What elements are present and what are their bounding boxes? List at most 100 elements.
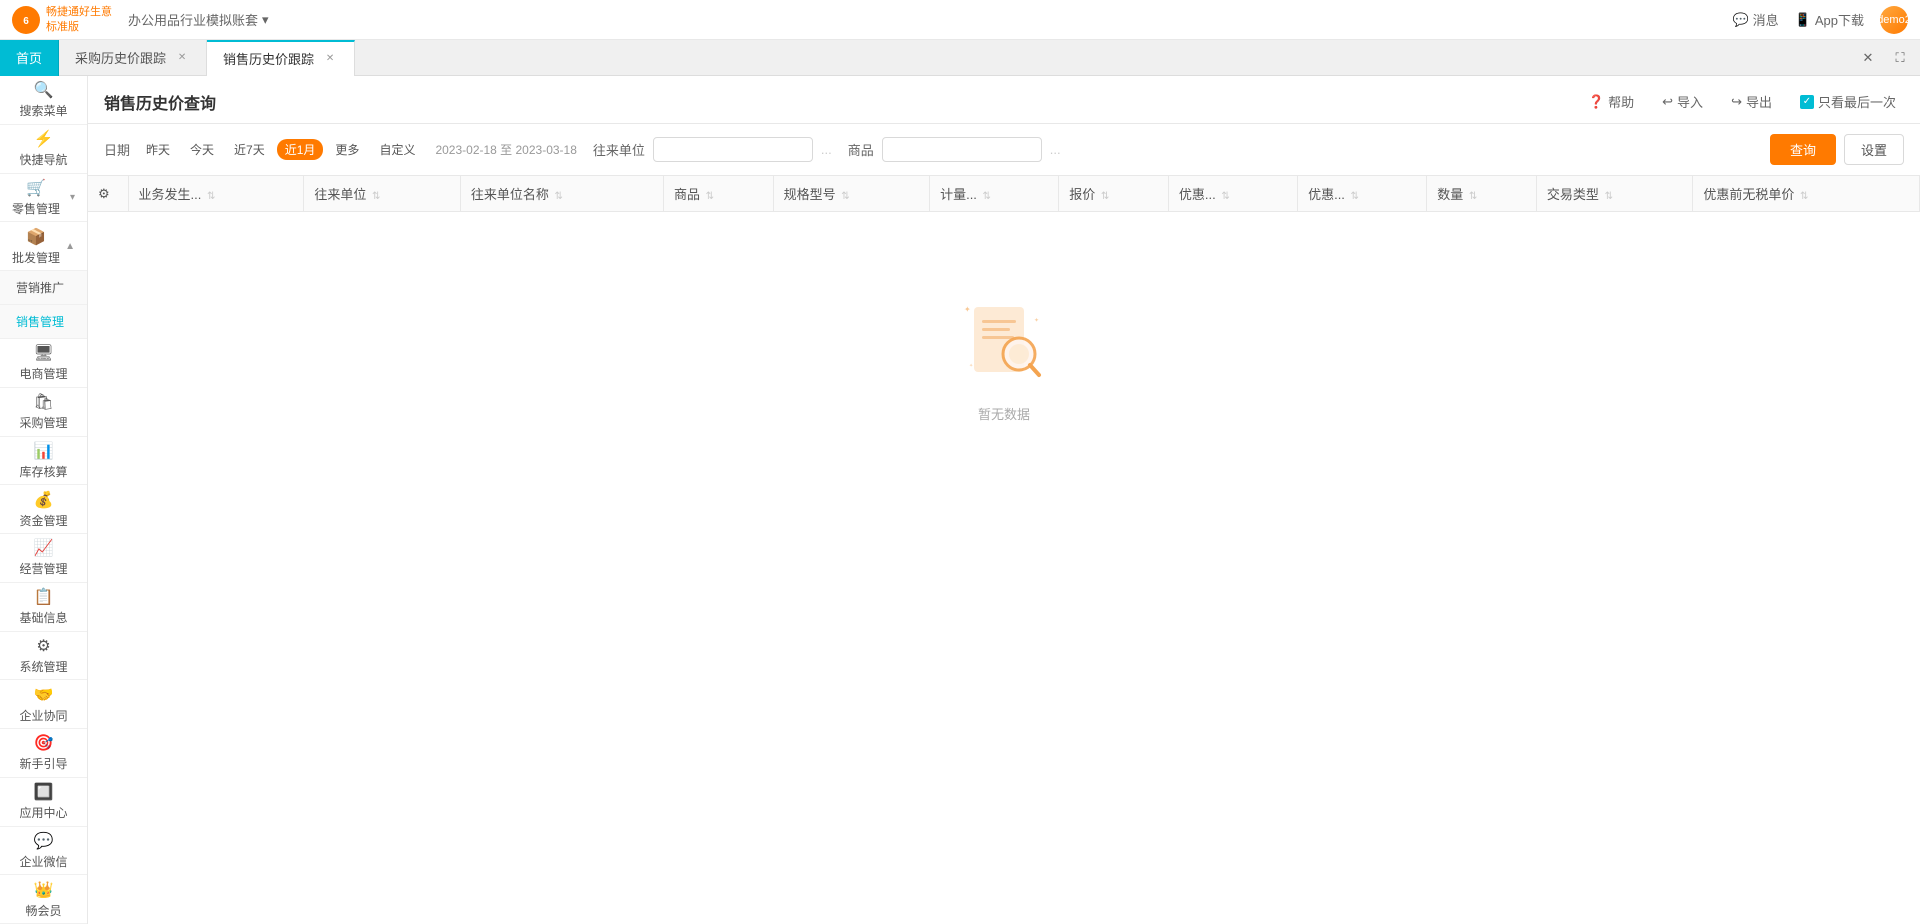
import-btn[interactable]: ↩ 导入	[1654, 88, 1711, 115]
tab-sales-history[interactable]: 销售历史价跟踪 ✕	[207, 40, 355, 76]
wechat-icon: 💬	[34, 831, 54, 851]
only-last-checkbox[interactable]: ✓ 只看最后一次	[1792, 88, 1904, 115]
search-icon: 🔍	[34, 80, 54, 100]
col-spec-sort-icon: ⇅	[841, 191, 849, 202]
party-dots[interactable]: ...	[821, 142, 832, 157]
purchase-icon: 🛍	[33, 392, 53, 412]
col-pre-tax-price-sort-icon: ⇅	[1800, 191, 1808, 202]
sidebar-item-ops[interactable]: 📈 经营管理	[0, 534, 87, 583]
sidebar-item-search[interactable]: 🔍 搜索菜单	[0, 76, 87, 125]
purchase-history-tab-label: 采购历史价跟踪	[75, 48, 166, 67]
col-party-name-sort-icon: ⇅	[554, 191, 562, 202]
user-action[interactable]: demo2	[1880, 6, 1908, 34]
tab-purchase-history[interactable]: 采购历史价跟踪 ✕	[59, 40, 207, 76]
avatar: demo2	[1880, 6, 1908, 34]
col-qty[interactable]: 数量 ⇅	[1427, 176, 1537, 212]
date-option-custom[interactable]: 自定义	[371, 139, 423, 160]
workspace-dropdown-icon: ▾	[262, 12, 269, 28]
col-trade-type-sort-icon: ⇅	[1605, 191, 1613, 202]
col-party-name[interactable]: 往来单位名称 ⇅	[460, 176, 663, 212]
col-spec[interactable]: 规格型号 ⇅	[773, 176, 929, 212]
col-discount2[interactable]: 优惠... ⇅	[1298, 176, 1427, 212]
svg-text:6: 6	[23, 16, 29, 27]
app-download-action[interactable]: 📱 App下载	[1795, 10, 1864, 29]
date-options: 昨天 今天 近7天 近1月 更多 自定义	[138, 139, 423, 160]
date-option-today[interactable]: 今天	[182, 139, 222, 160]
table-area: ⚙ 业务发生... ⇅ 往来单位 ⇅ 往来单位名称 ⇅	[88, 176, 1920, 924]
retail-arrow-icon: ▾	[70, 192, 75, 203]
system-icon: ⚙	[36, 636, 50, 656]
product-dots[interactable]: ...	[1050, 142, 1061, 157]
sidebar-item-shortcut[interactable]: ⚡ 快捷导航	[0, 125, 87, 174]
sidebar-item-wholesale[interactable]: 📦 批发管理 ▲	[0, 222, 87, 271]
wholesale-arrow-icon: ▲	[65, 241, 75, 252]
sales-history-tab-label: 销售历史价跟踪	[223, 49, 314, 68]
export-icon: ↪	[1731, 94, 1742, 110]
apps-icon: 🔲	[34, 782, 54, 802]
workspace-label: 办公用品行业模拟账套	[128, 10, 258, 29]
empty-state: ✦ ✦ ✦ 暂无数据	[88, 212, 1920, 503]
workspace-selector[interactable]: 办公用品行业模拟账套 ▾	[120, 6, 277, 33]
guide-icon: 🎯	[34, 733, 54, 753]
svg-text:✦: ✦	[964, 305, 971, 314]
top-bar: 6 畅捷通好生意 标准版 办公用品行业模拟账套 ▾ 💬 消息 📱 App下载 d…	[0, 0, 1920, 40]
sidebar-item-ecommerce[interactable]: 🖥 电商管理	[0, 339, 87, 388]
sidebar-item-apps[interactable]: 🔲 应用中心	[0, 778, 87, 827]
col-product[interactable]: 商品 ⇅	[663, 176, 773, 212]
sidebar-item-basic[interactable]: 📋 基础信息	[0, 583, 87, 632]
filter-actions: 查询 设置	[1770, 134, 1904, 165]
col-qty-sort-icon: ⇅	[1469, 191, 1477, 202]
empty-text: 暂无数据	[978, 404, 1030, 423]
sidebar-item-inventory[interactable]: 📊 库存核算	[0, 437, 87, 486]
col-unit[interactable]: 计量... ⇅	[930, 176, 1059, 212]
sidebar-sub-item-marketing[interactable]: 营销推广	[0, 271, 87, 305]
enterprise-icon: 🤝	[34, 685, 54, 705]
logo-area: 6 畅捷通好生意 标准版	[12, 5, 112, 34]
tab-home[interactable]: 首页	[0, 40, 59, 76]
help-icon: ❓	[1588, 94, 1604, 110]
tab-close-all-btn[interactable]: ✕	[1856, 46, 1880, 70]
ops-icon: 📈	[34, 538, 54, 558]
col-party-code[interactable]: 往来单位 ⇅	[304, 176, 460, 212]
col-party-code-sort-icon: ⇅	[372, 191, 380, 202]
col-pre-tax-price[interactable]: 优惠前无税单价 ⇅	[1693, 176, 1920, 212]
col-business-date[interactable]: 业务发生... ⇅	[128, 176, 304, 212]
col-trade-type[interactable]: 交易类型 ⇅	[1536, 176, 1692, 212]
tab-bar: 首页 采购历史价跟踪 ✕ 销售历史价跟踪 ✕ ✕ ⛶	[0, 40, 1920, 76]
sidebar-item-purchase[interactable]: 🛍 采购管理	[0, 388, 87, 437]
retail-icon: 🛒	[26, 178, 46, 198]
sidebar-sub-item-sales-mgmt[interactable]: 销售管理	[0, 305, 87, 339]
col-discount1[interactable]: 优惠... ⇅	[1168, 176, 1297, 212]
date-option-yesterday[interactable]: 昨天	[138, 139, 178, 160]
col-price[interactable]: 报价 ⇅	[1059, 176, 1169, 212]
export-btn[interactable]: ↪ 导出	[1723, 88, 1780, 115]
date-option-last7[interactable]: 近7天	[226, 139, 273, 160]
col-product-sort-icon: ⇅	[706, 191, 714, 202]
sales-history-tab-close[interactable]: ✕	[322, 51, 338, 67]
party-input[interactable]	[653, 137, 813, 162]
tab-maximize-btn[interactable]: ⛶	[1888, 46, 1912, 70]
date-option-last1m[interactable]: 近1月	[277, 139, 324, 160]
date-range-display: 2023-02-18 至 2023-03-18	[435, 141, 576, 158]
sidebar-item-guide[interactable]: 🎯 新手引导	[0, 729, 87, 778]
purchase-history-tab-close[interactable]: ✕	[174, 50, 190, 66]
sidebar: 🔍 搜索菜单 ⚡ 快捷导航 🛒 零售管理 ▾ 📦 批发管理 ▲ 营销推广 销售管…	[0, 76, 88, 924]
product-input[interactable]	[882, 137, 1042, 162]
data-table: ⚙ 业务发生... ⇅ 往来单位 ⇅ 往来单位名称 ⇅	[88, 176, 1920, 212]
sidebar-item-system[interactable]: ⚙ 系统管理	[0, 632, 87, 681]
query-btn[interactable]: 查询	[1770, 134, 1836, 165]
shortcut-icon: ⚡	[34, 129, 54, 149]
sidebar-item-enterprise[interactable]: 🤝 企业协同	[0, 680, 87, 729]
sidebar-item-retail[interactable]: 🛒 零售管理 ▾	[0, 174, 87, 223]
col-business-date-sort-icon: ⇅	[207, 191, 215, 202]
help-btn[interactable]: ❓ 帮助	[1580, 88, 1642, 115]
settings-btn[interactable]: 设置	[1844, 134, 1904, 165]
sidebar-item-member[interactable]: 👑 畅会员	[0, 875, 87, 924]
sidebar-item-finance[interactable]: 💰 资金管理	[0, 485, 87, 534]
top-bar-right: 💬 消息 📱 App下载 demo2	[1732, 6, 1908, 34]
message-action[interactable]: 💬 消息	[1732, 10, 1778, 29]
col-settings[interactable]: ⚙	[88, 176, 128, 212]
inventory-icon: 📊	[34, 441, 54, 461]
date-option-more[interactable]: 更多	[327, 139, 367, 160]
sidebar-item-wechat[interactable]: 💬 企业微信	[0, 827, 87, 876]
